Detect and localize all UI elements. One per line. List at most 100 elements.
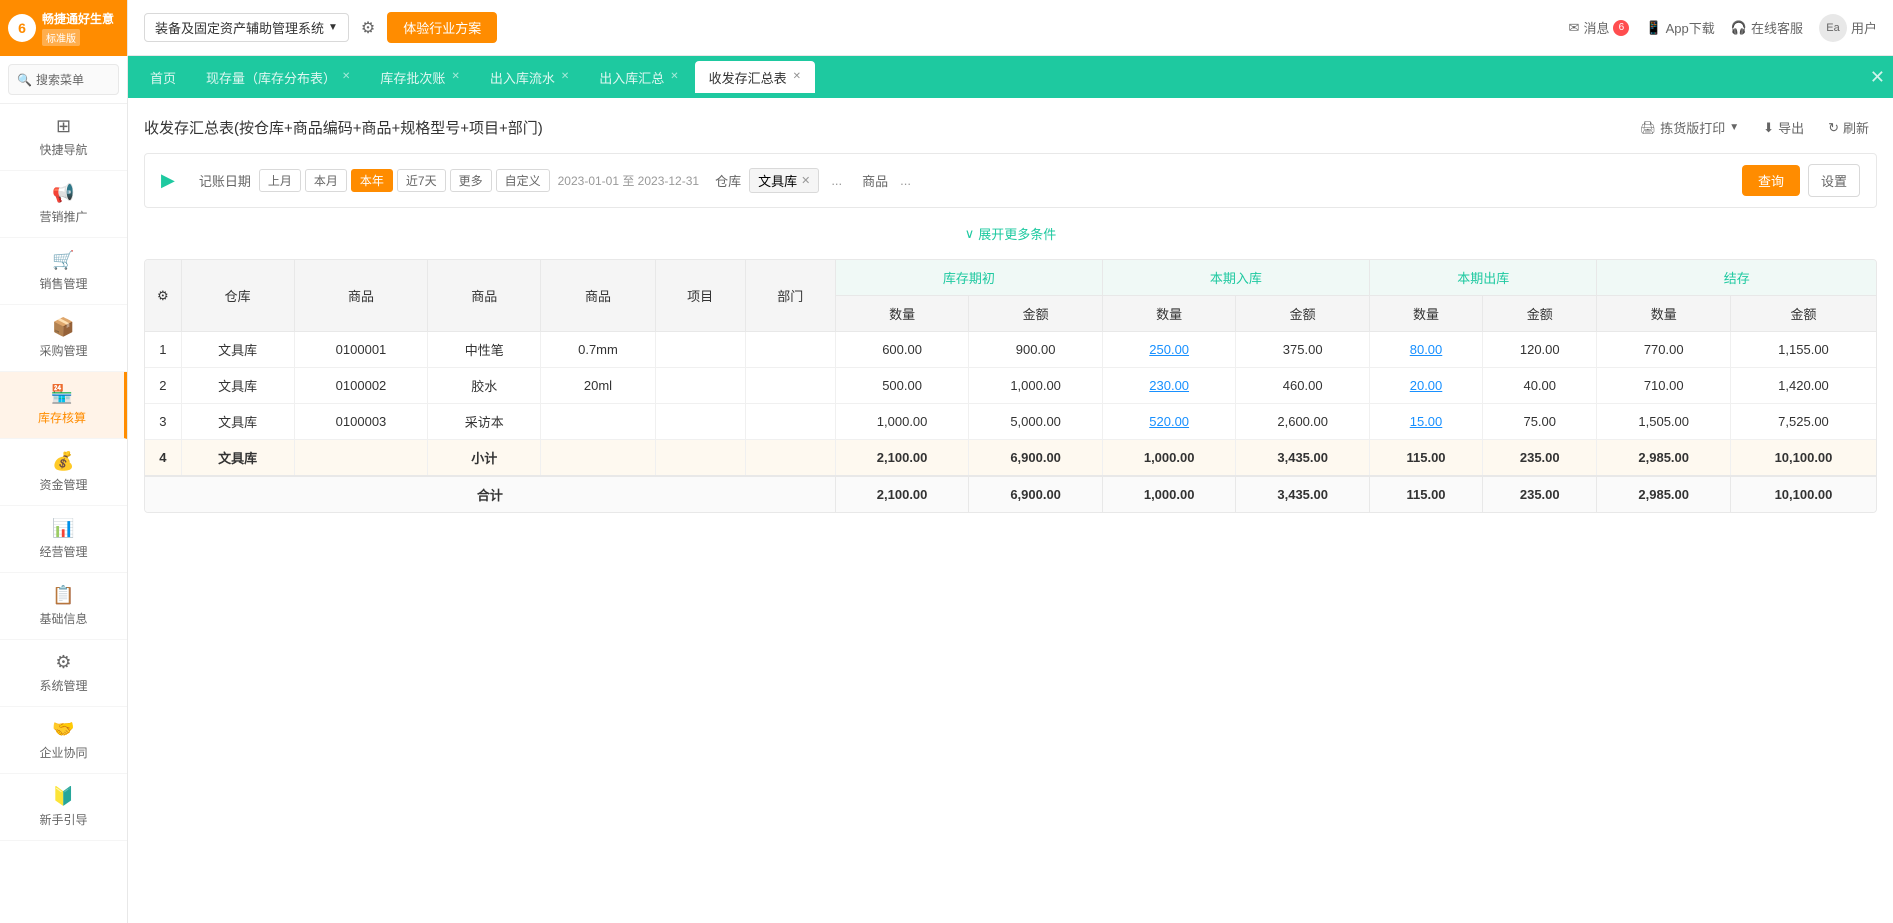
- warehouse-filter-section: 仓库 文具库 ✕ ...: [715, 168, 846, 193]
- col-warehouse-header: 仓库: [181, 260, 294, 332]
- row-goods-code: [294, 440, 428, 477]
- export-btn[interactable]: ⬇ 导出: [1755, 114, 1812, 141]
- row-in-qty[interactable]: 520.00: [1102, 404, 1236, 440]
- marketing-icon: 📢: [52, 183, 74, 204]
- row-goods-spec: 0.7mm: [541, 332, 655, 368]
- sidebar-item-marketing[interactable]: 📢 营销推广: [0, 171, 127, 238]
- row-warehouse: 文具库: [181, 404, 294, 440]
- row-out-amt: 120.00: [1483, 332, 1597, 368]
- headset-icon: 🎧: [1731, 20, 1747, 36]
- row-in-qty-link[interactable]: 250.00: [1149, 342, 1189, 357]
- sidebar-item-inventory[interactable]: 🏪 库存核算: [0, 372, 127, 439]
- tab-close-icon[interactable]: ✕: [342, 72, 350, 82]
- tab-close-icon[interactable]: ✕: [793, 72, 801, 82]
- col-open-amt-header: 金额: [969, 296, 1103, 332]
- col-close-qty-header: 数量: [1597, 296, 1731, 332]
- row-in-qty[interactable]: 250.00: [1102, 332, 1236, 368]
- col-dept-header: 部门: [745, 260, 835, 332]
- warehouse-tag[interactable]: 文具库 ✕: [749, 168, 819, 193]
- logo-text: 畅捷通好生意 标准版: [42, 10, 114, 46]
- date-range-display: 2023-01-01 至 2023-12-31: [558, 172, 699, 189]
- search-menu-button[interactable]: 🔍 搜索菜单: [8, 64, 119, 95]
- row-out-qty[interactable]: 20.00: [1369, 368, 1482, 404]
- sidebar-item-guide[interactable]: 🔰 新手引导: [0, 774, 127, 841]
- date-btn-more[interactable]: 更多: [450, 169, 492, 192]
- app-download-btn[interactable]: 📱 App下载: [1645, 18, 1714, 37]
- experience-btn[interactable]: 体验行业方案: [387, 12, 497, 43]
- row-in-amt: 2,600.00: [1236, 404, 1370, 440]
- col-out-header: 本期出库: [1369, 260, 1596, 296]
- refresh-btn[interactable]: ↻ 刷新: [1820, 114, 1877, 141]
- tab-close-icon[interactable]: ✕: [451, 72, 459, 82]
- tab-bar-close-icon[interactable]: ✕: [1870, 67, 1885, 88]
- settings-button[interactable]: 设置: [1808, 164, 1860, 197]
- row-out-qty[interactable]: 80.00: [1369, 332, 1482, 368]
- tab-close-icon[interactable]: ✕: [670, 72, 678, 82]
- sidebar-item-collab[interactable]: 🤝 企业协同: [0, 707, 127, 774]
- row-out-qty: 115.00: [1369, 440, 1482, 477]
- row-warehouse: 文具库: [181, 440, 294, 477]
- message-icon: ✉: [1569, 20, 1580, 36]
- sidebar-item-label: 新手引导: [39, 811, 87, 828]
- sidebar-item-operations[interactable]: 📊 经营管理: [0, 506, 127, 573]
- date-label: 记账日期: [199, 171, 251, 190]
- search-icon: 🔍: [17, 73, 32, 87]
- print-btn[interactable]: 🖨 拣货版打印 ▼: [1632, 114, 1747, 141]
- expand-arrow-icon[interactable]: ▶: [161, 170, 175, 191]
- row-in-qty-link[interactable]: 520.00: [1149, 414, 1189, 429]
- sidebar-item-finance[interactable]: 💰 资金管理: [0, 439, 127, 506]
- sidebar: 6 畅捷通好生意 标准版 🔍 搜索菜单 ⊞ 快捷导航 📢 营销推广 🛒 销售管理…: [0, 0, 128, 923]
- warehouse-tag-close-icon[interactable]: ✕: [801, 174, 810, 187]
- tab-batch-account[interactable]: 库存批次账 ✕: [366, 61, 473, 93]
- system-selector[interactable]: 装备及固定资产辅助管理系统 ▼: [144, 13, 349, 42]
- tab-recv-send-summary[interactable]: 收发存汇总表 ✕: [695, 61, 815, 93]
- row-out-qty[interactable]: 15.00: [1369, 404, 1482, 440]
- tab-home[interactable]: 首页: [136, 61, 190, 93]
- sidebar-item-quick-nav[interactable]: ⊞ 快捷导航: [0, 104, 127, 171]
- tab-in-out-flow[interactable]: 出入库流水 ✕: [476, 61, 583, 93]
- refresh-icon: ↻: [1828, 120, 1839, 136]
- settings-icon[interactable]: ⚙: [361, 18, 375, 38]
- expand-arrow[interactable]: ▶: [161, 170, 175, 191]
- user-btn[interactable]: Ea 用户: [1819, 14, 1877, 42]
- tab-inventory-dist[interactable]: 现存量（库存分布表） ✕: [192, 61, 364, 93]
- tab-close-icon[interactable]: ✕: [561, 72, 569, 82]
- tab-in-out-summary[interactable]: 出入库汇总 ✕: [585, 61, 692, 93]
- table-row: 3文具库0100003采访本1,000.005,000.00520.002,60…: [145, 404, 1876, 440]
- date-btn-7days[interactable]: 近7天: [397, 169, 446, 192]
- warehouse-ellipsis-btn[interactable]: ...: [827, 173, 846, 188]
- sidebar-item-sales[interactable]: 🛒 销售管理: [0, 238, 127, 305]
- data-table-container: ⚙ 仓库 商品 商品 商品 项目 部门 库存期初 本期入库 本期出库 结存 数量: [144, 259, 1877, 513]
- row-in-qty[interactable]: 230.00: [1102, 368, 1236, 404]
- expand-conditions-btn[interactable]: ∨ 展开更多条件: [965, 224, 1057, 243]
- content-area: 收发存汇总表(按仓库+商品编码+商品+规格型号+项目+部门) 🖨 拣货版打印 ▼…: [128, 98, 1893, 923]
- row-open-amt: 900.00: [969, 332, 1103, 368]
- date-btn-last-month[interactable]: 上月: [259, 169, 301, 192]
- row-out-qty-link[interactable]: 20.00: [1410, 378, 1443, 393]
- row-open-qty: 600.00: [835, 332, 969, 368]
- sidebar-logo: 6 畅捷通好生意 标准版: [0, 0, 127, 56]
- filter-expand-row: ∨ 展开更多条件: [144, 220, 1877, 247]
- goods-ellipsis-btn[interactable]: ...: [896, 173, 915, 188]
- finance-icon: 💰: [52, 451, 74, 472]
- row-out-qty-link[interactable]: 80.00: [1410, 342, 1443, 357]
- row-in-qty-link[interactable]: 230.00: [1149, 378, 1189, 393]
- date-btn-this-year[interactable]: 本年: [351, 169, 393, 192]
- sidebar-item-basic-info[interactable]: 📋 基础信息: [0, 573, 127, 640]
- footer-label: 合计: [145, 476, 835, 512]
- date-buttons: 上月 本月 本年 近7天 更多 自定义: [259, 169, 550, 192]
- goods-label: 商品: [862, 171, 888, 190]
- sidebar-item-purchase[interactable]: 📦 采购管理: [0, 305, 127, 372]
- warehouse-label: 仓库: [715, 171, 741, 190]
- col-settings-header[interactable]: ⚙: [145, 260, 181, 332]
- table-row: 1文具库0100001中性笔0.7mm600.00900.00250.00375…: [145, 332, 1876, 368]
- col-goods-spec-header: 商品: [541, 260, 655, 332]
- online-support-btn[interactable]: 🎧 在线客服: [1731, 18, 1803, 37]
- sidebar-item-system[interactable]: ⚙ 系统管理: [0, 640, 127, 707]
- guide-icon: 🔰: [52, 786, 74, 807]
- date-btn-this-month[interactable]: 本月: [305, 169, 347, 192]
- date-btn-custom[interactable]: 自定义: [496, 169, 550, 192]
- messages-btn[interactable]: ✉ 消息 6: [1569, 18, 1630, 37]
- row-out-qty-link[interactable]: 15.00: [1410, 414, 1443, 429]
- query-button[interactable]: 查询: [1742, 165, 1800, 196]
